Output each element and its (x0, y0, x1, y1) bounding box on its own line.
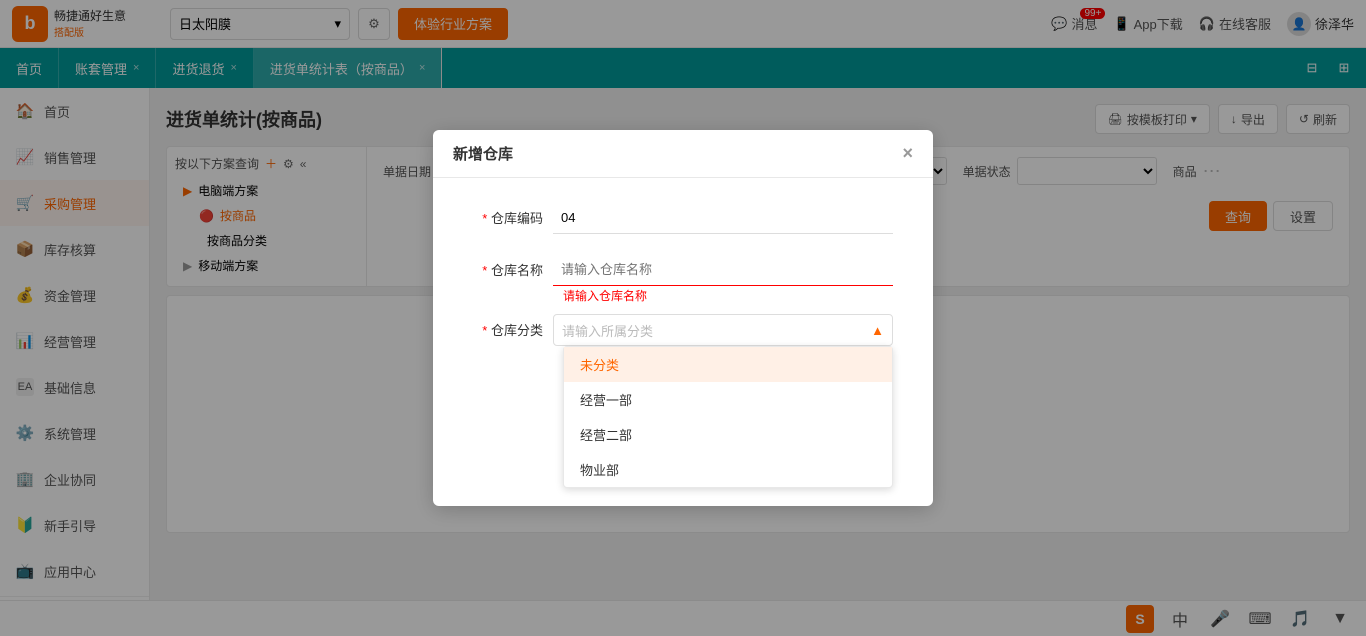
category-placeholder: 请输入所属分类 (562, 321, 653, 340)
warehouse-code-input[interactable] (553, 202, 893, 234)
warehouse-name-input[interactable] (553, 254, 893, 286)
modal-close-btn[interactable]: × (902, 143, 913, 164)
dropdown-option-uncategorized[interactable]: 未分类 (564, 347, 892, 382)
dropdown-option-property[interactable]: 物业部 (564, 452, 892, 487)
name-label: * 仓库名称 (473, 254, 553, 279)
code-label: * 仓库编码 (473, 202, 553, 227)
category-field-row: * 仓库分类 请输入所属分类 ▲ 未分类 经营一部 经营二部 (473, 314, 893, 346)
dropdown-option-dept1[interactable]: 经营一部 (564, 382, 892, 417)
dropdown-option-dept2[interactable]: 经营二部 (564, 417, 892, 452)
modal-overlay: 新增仓库 × * 仓库编码 * 仓库名称 请输入仓库名称 (0, 0, 1366, 636)
modal-header: 新增仓库 × (433, 130, 933, 178)
category-label: * 仓库分类 (473, 314, 553, 339)
name-field-row: * 仓库名称 请输入仓库名称 (473, 254, 893, 286)
category-dropdown: 未分类 经营一部 经营二部 物业部 (563, 346, 893, 488)
code-field-row: * 仓库编码 (473, 202, 893, 234)
category-select[interactable]: 请输入所属分类 ▲ (553, 314, 893, 346)
new-warehouse-modal: 新增仓库 × * 仓库编码 * 仓库名称 请输入仓库名称 (433, 130, 933, 506)
modal-body: * 仓库编码 * 仓库名称 请输入仓库名称 * 仓库分类 (433, 178, 933, 390)
modal-title: 新增仓库 (453, 143, 513, 164)
category-chevron-up-icon: ▲ (871, 323, 884, 338)
name-error-text: 请输入仓库名称 (563, 287, 647, 304)
